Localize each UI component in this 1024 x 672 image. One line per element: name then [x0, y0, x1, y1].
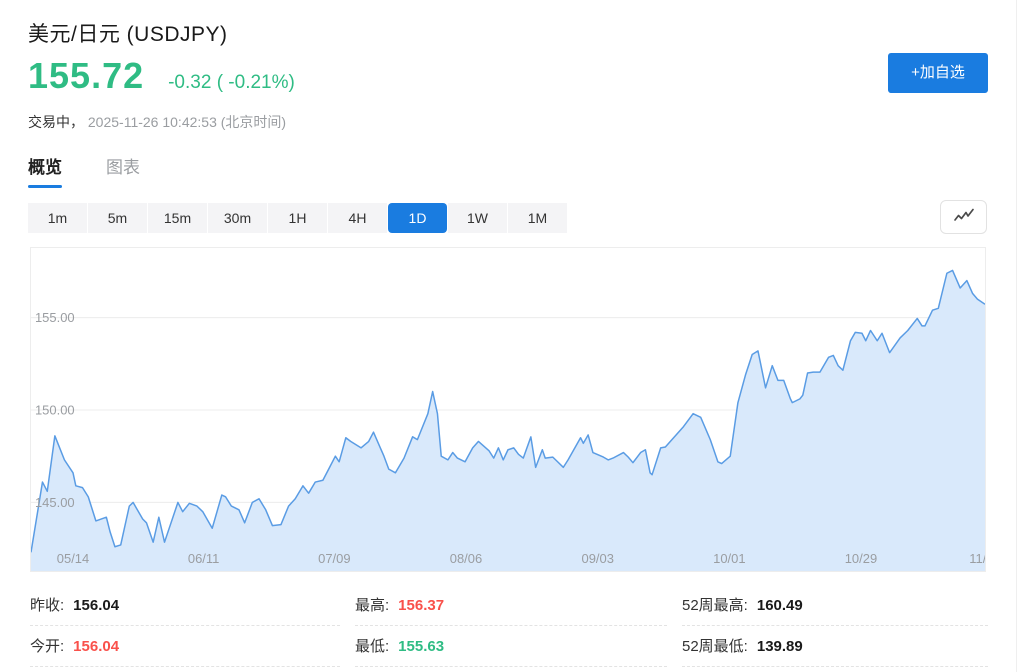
stat-value: 156.04: [73, 638, 120, 655]
price-change: -0.32 ( -0.21%): [168, 72, 295, 93]
stat-label: 52周最低:: [682, 638, 748, 655]
price-row: 155.72 -0.32 ( -0.21%): [28, 55, 295, 97]
stat-value: 155.63: [398, 638, 445, 655]
svg-text:06/11: 06/11: [188, 551, 219, 566]
timeframe-30m[interactable]: 30m: [208, 203, 267, 233]
price-chart[interactable]: 155.00 150.00 145.00 05/14 06/11 07/09 08/06 09…: [31, 248, 985, 571]
svg-text:10/01: 10/01: [713, 551, 745, 566]
timeframe-selector: 1m 5m 15m 30m 1H 4H 1D 1W 1M: [28, 203, 567, 233]
tab-chart[interactable]: 图表: [106, 153, 140, 188]
stat-value: 156.37: [398, 597, 445, 614]
timeframe-5m[interactable]: 5m: [88, 203, 147, 233]
svg-text:11/26: 11/26: [969, 551, 985, 566]
timeframe-15m[interactable]: 15m: [148, 203, 207, 233]
stat-value: 139.89: [756, 638, 803, 655]
trading-status: 交易中， 2025-11-26 10:42:53 (北京时间): [28, 112, 286, 132]
tab-overview[interactable]: 概览: [28, 153, 62, 188]
stat-high: 最高: 156.37: [355, 585, 667, 626]
timeframe-1w[interactable]: 1W: [448, 203, 507, 233]
stat-label: 昨收:: [30, 597, 65, 614]
timeframe-1m-month[interactable]: 1M: [508, 203, 567, 233]
svg-text:08/06: 08/06: [450, 551, 482, 566]
svg-text:10/29: 10/29: [845, 551, 877, 566]
stat-value: 160.49: [756, 597, 803, 614]
view-tabs: 概览 图表: [28, 153, 140, 188]
svg-text:05/14: 05/14: [57, 551, 89, 566]
stat-open: 今开: 156.04: [30, 626, 340, 667]
page-right-edge: [1016, 0, 1017, 672]
current-price: 155.72: [28, 55, 145, 96]
timeframe-1m[interactable]: 1m: [28, 203, 87, 233]
svg-text:07/09: 07/09: [318, 551, 350, 566]
trading-status-label: 交易中，: [28, 114, 84, 130]
quote-timestamp: 2025-11-26 10:42:53 (北京时间): [87, 114, 287, 130]
stat-label: 今开:: [30, 638, 65, 655]
stat-value: 156.04: [73, 597, 120, 614]
stat-label: 最低:: [355, 638, 390, 655]
stat-52wk-low: 52周最低: 139.89: [682, 626, 988, 667]
page-title: 美元/日元 (USDJPY): [28, 23, 228, 46]
timeframe-1h[interactable]: 1H: [268, 203, 327, 233]
svg-text:145.00: 145.00: [35, 495, 75, 510]
timeframe-4h[interactable]: 4H: [328, 203, 387, 233]
stat-label: 最高:: [355, 597, 390, 614]
line-chart-icon: [953, 208, 975, 227]
stat-52wk-high: 52周最高: 160.49: [682, 585, 988, 626]
advanced-chart-button[interactable]: [940, 200, 987, 234]
stat-prev-close: 昨收: 156.04: [30, 585, 340, 626]
stat-label: 52周最高:: [682, 597, 748, 614]
svg-text:150.00: 150.00: [35, 402, 75, 417]
svg-text:09/03: 09/03: [581, 551, 613, 566]
price-chart-container: 155.00 150.00 145.00 05/14 06/11 07/09 08/06 09…: [30, 247, 986, 572]
stat-low: 最低: 155.63: [355, 626, 667, 667]
svg-text:155.00: 155.00: [35, 310, 75, 325]
add-watchlist-button[interactable]: +加自选: [888, 53, 988, 93]
timeframe-1d[interactable]: 1D: [388, 203, 447, 233]
quote-stats: 昨收: 156.04 最高: 156.37 52周最高: 160.49 今开: …: [30, 585, 988, 667]
